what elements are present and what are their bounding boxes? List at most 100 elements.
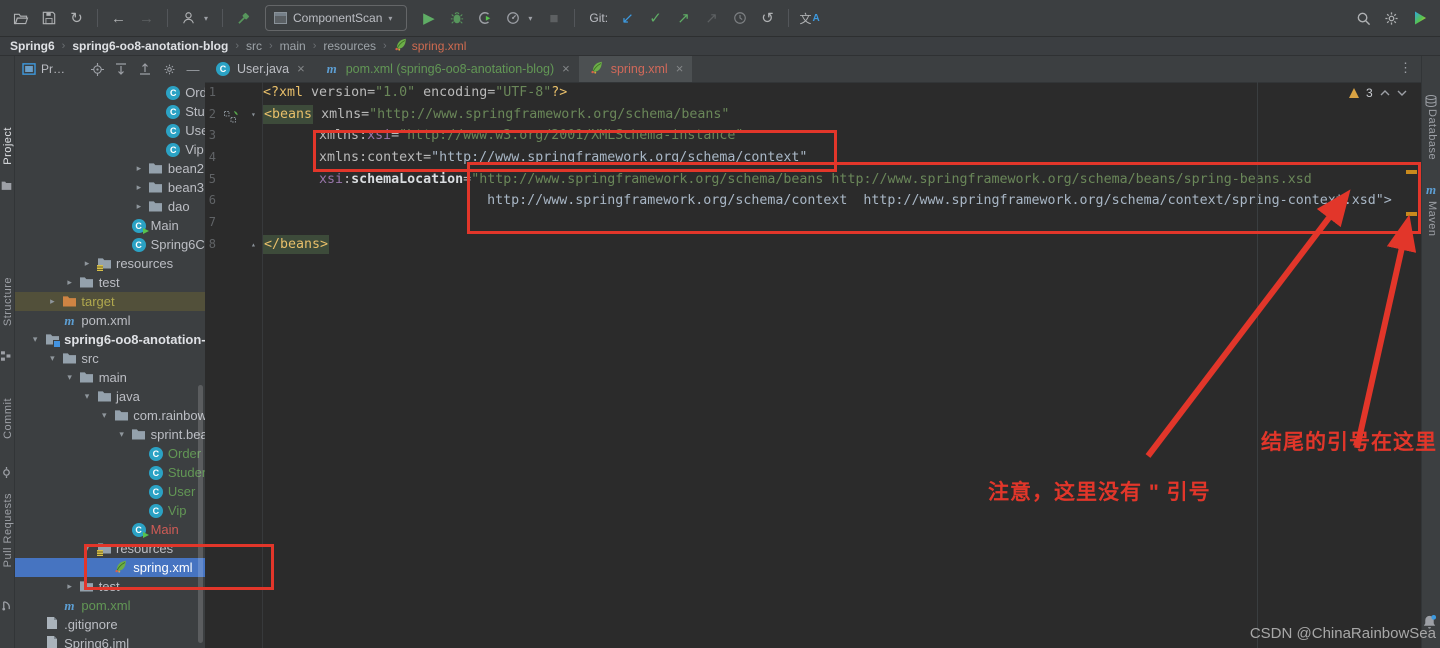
- close-icon[interactable]: ×: [676, 61, 684, 76]
- user-dropdown-caret-icon[interactable]: ▾: [204, 14, 214, 23]
- breadcrumb-item-spring6-oo8-anotation-blog[interactable]: spring6-oo8-anotation-blog: [72, 39, 228, 53]
- debug-icon[interactable]: [444, 6, 469, 30]
- plugin-colorful-icon[interactable]: [1407, 6, 1432, 30]
- tree-item-gitignore[interactable]: .gitignore: [14, 615, 205, 634]
- code-area[interactable]: <?xml version="1.0" encoding="UTF-8"?> <b…: [263, 82, 1422, 648]
- tool-stripe-pull-requests[interactable]: Pull Requests: [0, 493, 14, 567]
- tool-stripe-maven[interactable]: Maven: [1424, 201, 1438, 237]
- tree-item-order[interactable]: C Order: [14, 444, 205, 463]
- breadcrumb-item-main[interactable]: main: [280, 39, 306, 53]
- breadcrumb-item-spring6[interactable]: Spring6: [10, 39, 55, 53]
- chevron-down-icon[interactable]: ▾: [27, 334, 43, 345]
- run-config-select[interactable]: ComponentScan ▾: [265, 5, 408, 31]
- tree-item-pom-xml[interactable]: m pom.xml: [14, 311, 205, 330]
- git-update-icon[interactable]: ↙: [615, 6, 640, 30]
- tree-item-vip[interactable]: C Vip: [14, 140, 205, 159]
- tool-stripe-structure[interactable]: Structure: [0, 277, 14, 326]
- tree-item-bean3[interactable]: ▸ bean3: [14, 178, 205, 197]
- chevron-right-icon[interactable]: ▸: [62, 581, 78, 592]
- forward-icon[interactable]: →: [134, 6, 159, 30]
- notifications-bell-icon[interactable]: [1422, 614, 1437, 635]
- tree-item-java[interactable]: ▾ java: [14, 387, 205, 406]
- tab-spring-xml[interactable]: spring.xml ×: [578, 55, 693, 82]
- chevron-right-icon[interactable]: ▸: [131, 163, 147, 174]
- chevron-down-icon[interactable]: ▾: [114, 429, 130, 440]
- tree-item-spring6config[interactable]: C Spring6Config: [14, 235, 205, 254]
- chevron-down-icon[interactable]: ▾: [79, 391, 95, 402]
- tree-item-test[interactable]: ▸ test: [14, 577, 205, 596]
- tree-item-user[interactable]: C User: [14, 121, 205, 140]
- tree-item-main[interactable]: C Main: [14, 520, 205, 539]
- tree-item-main[interactable]: ▾ main: [14, 368, 205, 387]
- run-icon[interactable]: ▶: [416, 6, 441, 30]
- sync-icon[interactable]: ↻: [64, 6, 89, 30]
- chevron-down-icon[interactable]: ▾: [79, 543, 95, 554]
- translate-icon[interactable]: 文A: [797, 6, 822, 30]
- next-warning-icon[interactable]: [1397, 90, 1407, 96]
- project-view-select[interactable]: Pr…: [22, 62, 81, 76]
- project-scrollbar[interactable]: [198, 385, 203, 643]
- tree-item-spring-xml[interactable]: spring.xml: [14, 558, 205, 577]
- back-icon[interactable]: ←: [106, 6, 131, 30]
- tree-item-src[interactable]: ▾ src: [14, 349, 205, 368]
- tree-item-bean2[interactable]: ▸ bean2: [14, 159, 205, 178]
- tree-item-user[interactable]: C User: [14, 482, 205, 501]
- chevron-down-icon[interactable]: ▾: [44, 353, 60, 364]
- coverage-icon[interactable]: [472, 6, 497, 30]
- chevron-down-icon[interactable]: ▾: [96, 410, 112, 421]
- chevron-right-icon[interactable]: ▸: [44, 296, 60, 307]
- tool-stripe-commit[interactable]: Commit: [0, 398, 14, 439]
- tree-item-student[interactable]: CStudent: [14, 463, 205, 482]
- tab-user-java[interactable]: C User.java ×: [205, 55, 314, 82]
- chevron-right-icon[interactable]: ▸: [62, 277, 78, 288]
- chevron-right-icon[interactable]: ▸: [79, 258, 95, 269]
- collapse-all-icon[interactable]: [137, 61, 153, 77]
- tab-options-icon[interactable]: ⋮: [1399, 60, 1412, 76]
- editor-body[interactable]: 1 2 ▾ 3 4 5 6 7 8 ▴ <?xml version="1.0" encoding=…: [205, 82, 1422, 648]
- breadcrumb-item-spring-xml[interactable]: spring.xml: [394, 37, 466, 54]
- panel-options-gear-icon[interactable]: [161, 61, 177, 77]
- prev-warning-icon[interactable]: [1380, 90, 1390, 96]
- breadcrumb-item-resources[interactable]: resources: [323, 39, 376, 53]
- chevron-right-icon[interactable]: ▸: [131, 201, 147, 212]
- chevron-down-icon[interactable]: ▾: [62, 372, 78, 383]
- rollback-icon[interactable]: ↺: [755, 6, 780, 30]
- tree-item-vip[interactable]: C Vip: [14, 501, 205, 520]
- tree-item-com-rainbowsea[interactable]: ▾ com.rainbowsea: [14, 406, 205, 425]
- expand-all-icon[interactable]: [113, 61, 129, 77]
- tree-item-order[interactable]: C Order: [14, 83, 205, 102]
- inspection-widget[interactable]: 3: [1349, 86, 1407, 100]
- git-push-icon[interactable]: ↗: [671, 6, 696, 30]
- build-hammer-icon[interactable]: [231, 6, 256, 30]
- tool-stripe-database[interactable]: Database: [1424, 109, 1438, 160]
- history-clock-icon[interactable]: [727, 6, 752, 30]
- fold-marker-icon[interactable]: ▾: [251, 104, 256, 126]
- chevron-right-icon[interactable]: ▸: [131, 182, 147, 193]
- tree-item-resources[interactable]: ▾ resources: [14, 539, 205, 558]
- tree-item-pom-xml[interactable]: m pom.xml: [14, 596, 205, 615]
- tab-pom-xml-spring6-oo8-anotation-blog[interactable]: m pom.xml (spring6-oo8-anotation-blog) ×: [314, 55, 579, 82]
- git-commit-icon[interactable]: ✓: [643, 6, 668, 30]
- locate-file-icon[interactable]: [89, 61, 105, 77]
- tree-item-sprint-bean[interactable]: ▾ sprint.bean: [14, 425, 205, 444]
- settings-gear-icon[interactable]: [1379, 6, 1404, 30]
- git-cherry-pick-icon[interactable]: ↗: [699, 6, 724, 30]
- user-icon[interactable]: [176, 6, 201, 30]
- tree-item-main[interactable]: C Main: [14, 216, 205, 235]
- hide-panel-icon[interactable]: —: [185, 61, 201, 77]
- profiler-icon[interactable]: [500, 6, 525, 30]
- tree-item-resources[interactable]: ▸ resources: [14, 254, 205, 273]
- open-folder-icon[interactable]: [8, 6, 33, 30]
- search-icon[interactable]: [1351, 6, 1376, 30]
- tree-item-spring6-oo8-anotation-blog[interactable]: ▾ spring6-oo8-anotation-blog: [14, 330, 205, 349]
- tree-item-test[interactable]: ▸ test: [14, 273, 205, 292]
- tool-stripe-project[interactable]: Project: [0, 127, 14, 165]
- tree-item-dao[interactable]: ▸ dao: [14, 197, 205, 216]
- save-icon[interactable]: [36, 6, 61, 30]
- stop-icon[interactable]: ■: [541, 6, 566, 30]
- close-icon[interactable]: ×: [297, 61, 305, 76]
- close-icon[interactable]: ×: [562, 61, 570, 76]
- tree-item-spring6-iml[interactable]: Spring6.iml: [14, 634, 205, 648]
- tree-item-target[interactable]: ▸ target: [14, 292, 205, 311]
- breadcrumb-item-src[interactable]: src: [246, 39, 262, 53]
